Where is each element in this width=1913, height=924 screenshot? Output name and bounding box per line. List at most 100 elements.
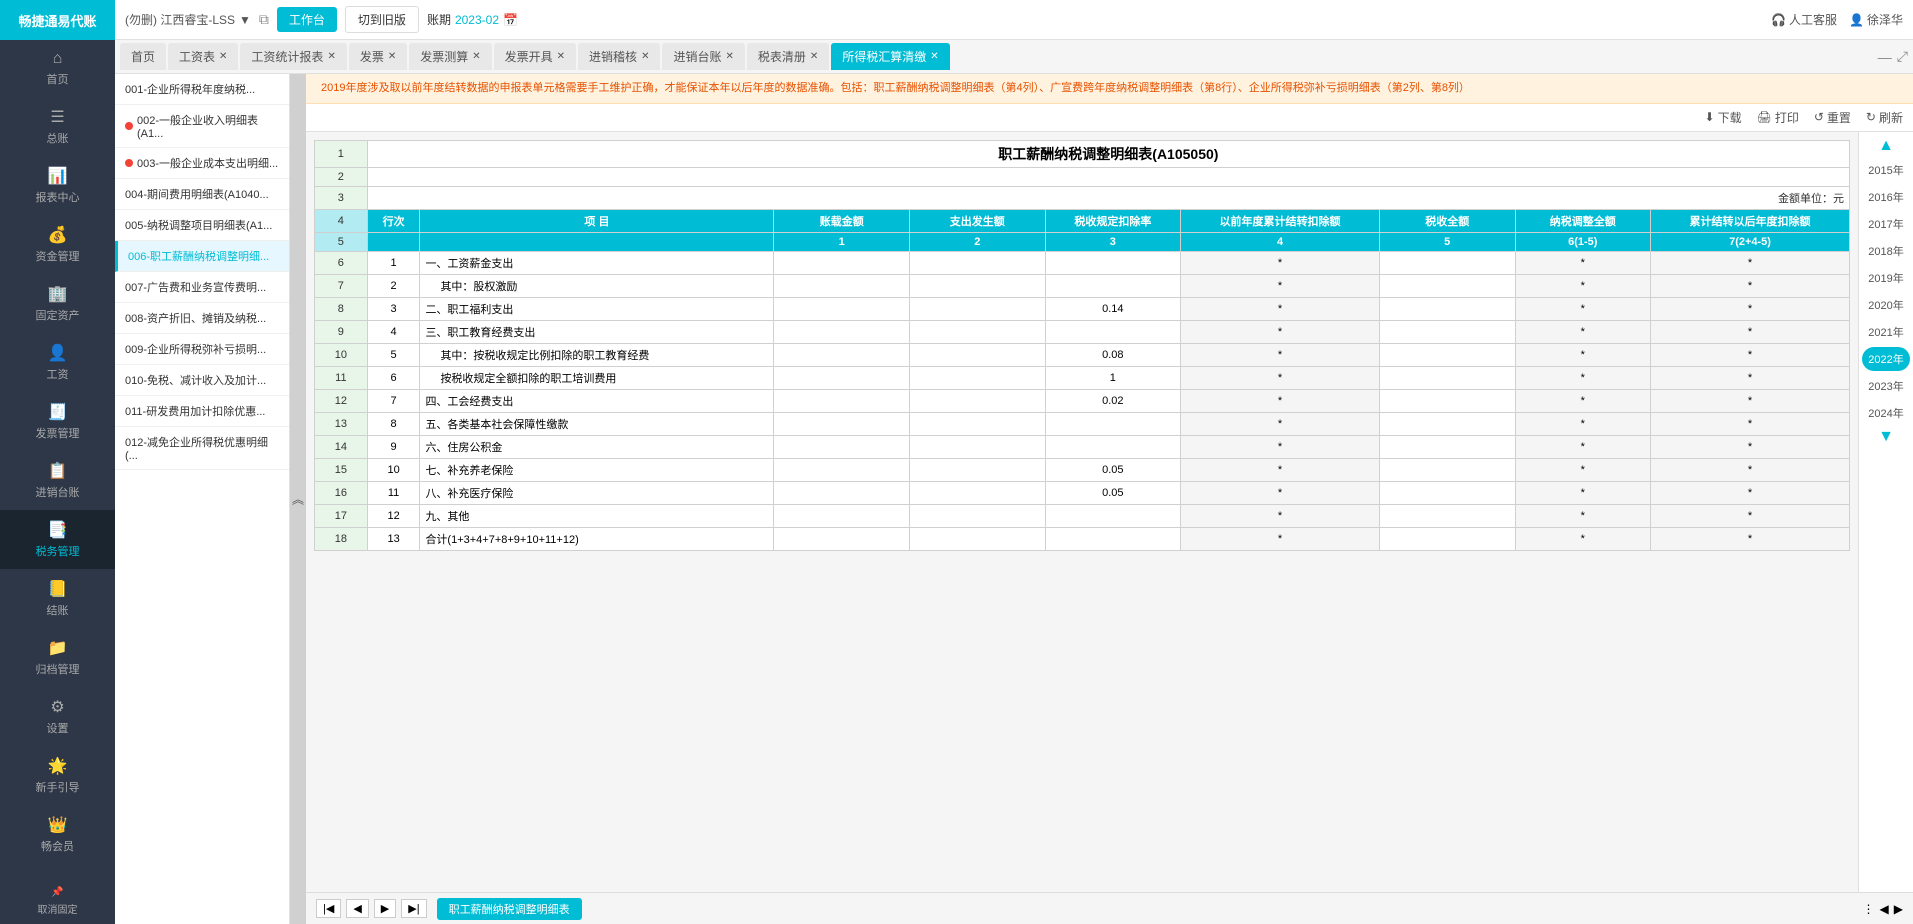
tab-tax-list[interactable]: 税表清册 ✕: [747, 43, 829, 70]
sidebar-item-purchases[interactable]: 📋 进销台账: [0, 451, 115, 510]
chevron-down-icon[interactable]: ▼: [239, 13, 251, 27]
close-icon[interactable]: ✕: [557, 51, 565, 62]
data-cell-col5[interactable]: [1379, 274, 1515, 297]
data-cell-col5[interactable]: [1379, 251, 1515, 274]
menu-item-008[interactable]: 008-资产折旧、摊销及纳税...: [115, 303, 289, 334]
data-cell-col5[interactable]: [1379, 343, 1515, 366]
tab-invoice-calc[interactable]: 发票测算 ✕: [409, 43, 491, 70]
data-cell-col5[interactable]: [1379, 297, 1515, 320]
data-cell-col5[interactable]: [1379, 527, 1515, 550]
user-avatar[interactable]: 👤 徐泽华: [1849, 11, 1903, 28]
unpin-button[interactable]: 📌 取消固定: [0, 879, 115, 924]
data-cell-col1[interactable]: [774, 251, 910, 274]
switch-version-button[interactable]: 切到旧版: [345, 6, 419, 33]
data-cell-col2[interactable]: [909, 504, 1045, 527]
calendar-icon[interactable]: 📅: [503, 13, 518, 27]
year-2015[interactable]: 2015年: [1862, 158, 1910, 182]
data-cell-col5[interactable]: [1379, 458, 1515, 481]
sidebar-item-guide[interactable]: 🌟 新手引导: [0, 746, 115, 805]
tab-minimize-icon[interactable]: —: [1878, 49, 1892, 65]
data-cell-col1[interactable]: [774, 343, 910, 366]
close-icon[interactable]: ✕: [641, 51, 649, 62]
close-icon[interactable]: ✕: [930, 51, 938, 62]
refresh-button[interactable]: ↻ 刷新: [1866, 109, 1903, 126]
tab-invoice-open[interactable]: 发票开具 ✕: [494, 43, 576, 70]
sheet-nav-prev[interactable]: ◀: [346, 899, 368, 918]
copy-icon[interactable]: ⧉: [259, 11, 269, 28]
menu-item-007[interactable]: 007-广告费和业务宣传费明...: [115, 272, 289, 303]
menu-item-012[interactable]: 012-减免企业所得税优惠明细(...: [115, 427, 289, 470]
data-cell-col2[interactable]: [909, 481, 1045, 504]
support-button[interactable]: 🎧 人工客服: [1771, 11, 1837, 28]
data-cell-col5[interactable]: [1379, 481, 1515, 504]
data-cell-col1[interactable]: [774, 481, 910, 504]
sidebar-item-home[interactable]: ⌂ 首页: [0, 40, 115, 97]
menu-item-010[interactable]: 010-免税、减计收入及加计...: [115, 365, 289, 396]
sidebar-item-tax[interactable]: 📑 税务管理: [0, 510, 115, 569]
collapse-menu-button[interactable]: 《: [290, 74, 306, 924]
sheet-tab[interactable]: 职工薪酬纳税调整明细表: [437, 898, 582, 920]
menu-item-003[interactable]: 003-一般企业成本支出明细...: [115, 148, 289, 179]
year-2019[interactable]: 2019年: [1862, 266, 1910, 290]
sidebar-item-invoice[interactable]: 🧾 发票管理: [0, 392, 115, 451]
tab-invoice[interactable]: 发票 ✕: [349, 43, 407, 70]
data-cell-col2[interactable]: [909, 343, 1045, 366]
data-cell-col2[interactable]: [909, 274, 1045, 297]
close-icon[interactable]: ✕: [810, 51, 818, 62]
print-button[interactable]: 🖨 打印: [1757, 109, 1799, 126]
year-2017[interactable]: 2017年: [1862, 212, 1910, 236]
sheet-nav-end[interactable]: ▶|: [401, 899, 426, 918]
menu-item-011[interactable]: 011-研发费用加计扣除优惠...: [115, 396, 289, 427]
close-icon[interactable]: ✕: [327, 51, 335, 62]
year-2020[interactable]: 2020年: [1862, 293, 1910, 317]
data-cell-col3[interactable]: [1045, 435, 1181, 458]
workspace-button[interactable]: 工作台: [277, 7, 337, 32]
sidebar-item-settings[interactable]: ⚙ 设置: [0, 687, 115, 746]
data-cell-col1[interactable]: [774, 320, 910, 343]
data-cell-col2[interactable]: [909, 458, 1045, 481]
tab-home[interactable]: 首页: [120, 43, 166, 70]
tab-inout-verify[interactable]: 进销稽核 ✕: [578, 43, 660, 70]
data-cell-col3[interactable]: [1045, 320, 1181, 343]
year-up-button[interactable]: ▲: [1878, 137, 1894, 155]
menu-item-004[interactable]: 004-期间费用明细表(A1040...: [115, 179, 289, 210]
close-icon[interactable]: ✕: [388, 51, 396, 62]
reset-button[interactable]: ↺ 重置: [1814, 109, 1851, 126]
data-cell-col5[interactable]: [1379, 389, 1515, 412]
data-cell-col3[interactable]: [1045, 274, 1181, 297]
data-cell-col3[interactable]: [1045, 527, 1181, 550]
sidebar-item-reports[interactable]: 📊 报表中心: [0, 156, 115, 215]
close-icon[interactable]: ✕: [725, 51, 733, 62]
data-cell-col5[interactable]: [1379, 435, 1515, 458]
scroll-left-icon[interactable]: ◀: [1880, 902, 1889, 916]
data-cell-col2[interactable]: [909, 412, 1045, 435]
tab-income-tax[interactable]: 所得税汇算清缴 ✕: [831, 43, 949, 70]
data-cell-col2[interactable]: [909, 435, 1045, 458]
options-icon[interactable]: ⋮: [1863, 902, 1875, 916]
year-2021[interactable]: 2021年: [1862, 320, 1910, 344]
data-cell-col1[interactable]: [774, 412, 910, 435]
sidebar-item-ledger[interactable]: ☰ 总账: [0, 97, 115, 156]
tab-expand-icon[interactable]: ⤢: [1897, 48, 1908, 65]
data-cell-col2[interactable]: [909, 320, 1045, 343]
data-cell-col1[interactable]: [774, 389, 910, 412]
tab-inout-ledger[interactable]: 进销台账 ✕: [662, 43, 744, 70]
year-2018[interactable]: 2018年: [1862, 239, 1910, 263]
data-cell-col1[interactable]: [774, 504, 910, 527]
year-2024[interactable]: 2024年: [1862, 401, 1910, 425]
sheet-nav-start[interactable]: |◀: [316, 899, 341, 918]
data-cell-col2[interactable]: [909, 389, 1045, 412]
data-cell-col1[interactable]: [774, 274, 910, 297]
tab-payroll[interactable]: 工资表 ✕: [168, 43, 238, 70]
menu-item-009[interactable]: 009-企业所得税弥补亏损明...: [115, 334, 289, 365]
period-value[interactable]: 2023-02: [455, 13, 499, 27]
data-cell-col5[interactable]: [1379, 412, 1515, 435]
menu-item-001[interactable]: 001-企业所得税年度纳税...: [115, 74, 289, 105]
sidebar-item-member[interactable]: 👑 畅会员: [0, 805, 115, 864]
year-down-button[interactable]: ▼: [1878, 428, 1894, 446]
scroll-right-icon[interactable]: ▶: [1894, 902, 1903, 916]
data-cell-col1[interactable]: [774, 366, 910, 389]
data-cell-col3[interactable]: [1045, 251, 1181, 274]
data-cell-col2[interactable]: [909, 527, 1045, 550]
sidebar-item-finance[interactable]: 💰 资金管理: [0, 215, 115, 274]
